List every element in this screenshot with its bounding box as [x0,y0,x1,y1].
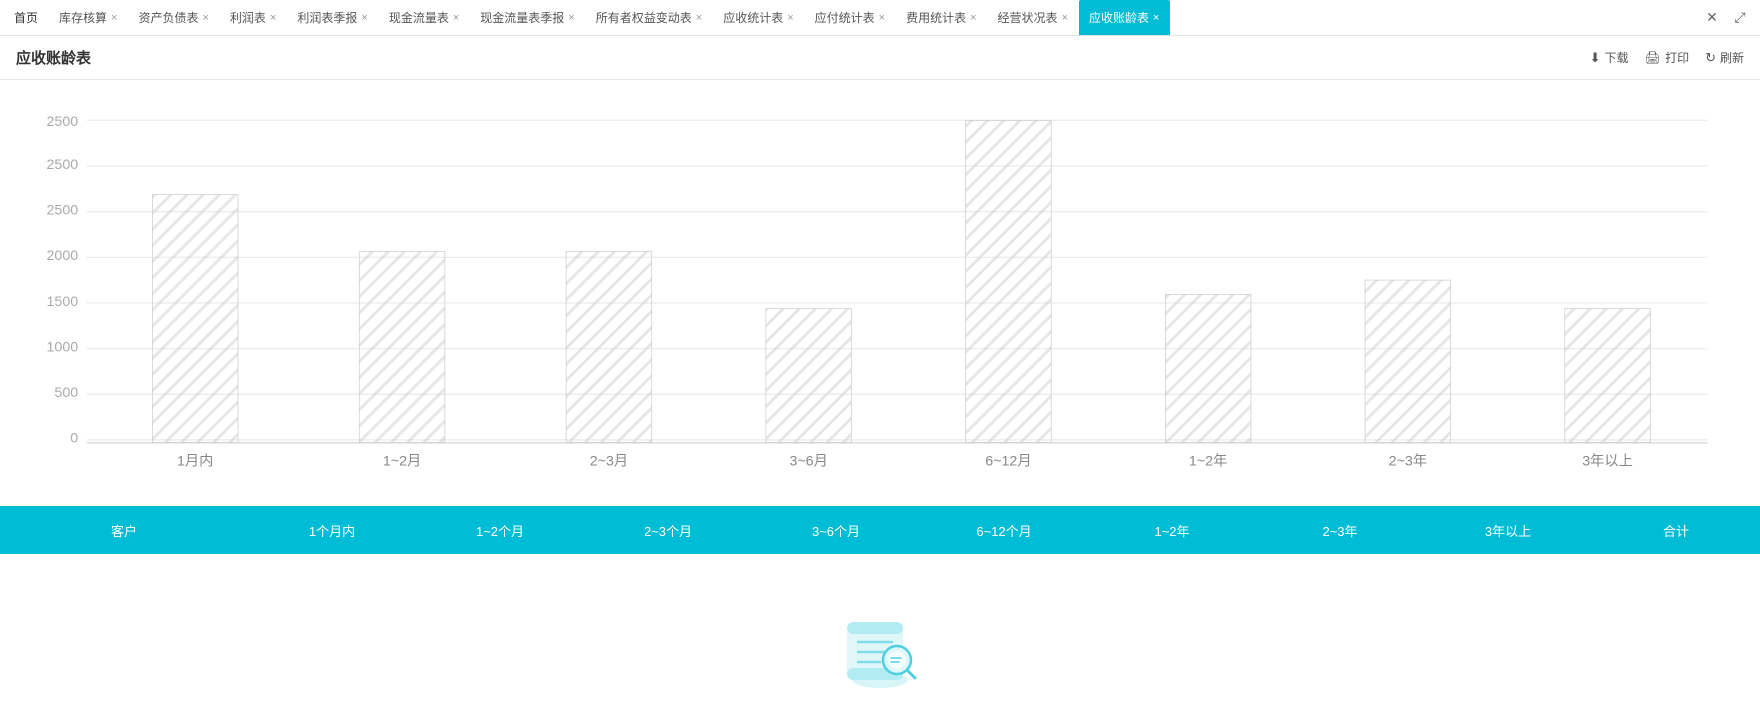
download-button[interactable]: ⬇ 下载 [1590,49,1629,66]
tab-cashflow-label: 现金流量表 [389,9,449,26]
svg-text:1月内: 1月内 [177,453,213,470]
col-2-3y: 2~3年 [1256,521,1424,540]
tab-ar-aging-close[interactable]: × [1153,12,1159,24]
tab-cashflow-close[interactable]: × [453,12,459,24]
tab-bar: 首页 库存核算 × 资产负债表 × 利润表 × 利润表季报 × 现金流量表 × … [0,0,1760,36]
svg-text:6~12月: 6~12月 [985,454,1031,470]
tab-operation[interactable]: 经营状况表 × [988,0,1079,36]
tab-equity-close[interactable]: × [696,12,702,24]
window-maximize-button[interactable]: ⤢ [1728,6,1752,30]
tab-operation-label: 经营状况表 [998,9,1058,26]
tab-expense-stat-label: 费用统计表 [906,9,966,26]
tab-cashflow-quarterly-label: 现金流量表季报 [480,9,564,26]
tab-profit-quarterly-close[interactable]: × [361,12,367,24]
print-button[interactable]: 🖨 打印 [1645,49,1690,66]
svg-text:1000: 1000 [47,339,79,355]
svg-text:2~3月: 2~3月 [590,454,628,470]
table-body [0,554,1760,720]
tab-profit-close[interactable]: × [270,12,276,24]
col-1m: 1个月内 [248,521,416,540]
svg-text:1500: 1500 [47,294,79,310]
tab-ap-stat-label: 应付统计表 [815,9,875,26]
tab-profit[interactable]: 利润表 × [220,0,287,36]
col-2-3m: 2~3个月 [584,521,752,540]
col-1-2y: 1~2年 [1088,521,1256,540]
svg-text:1~2月: 1~2月 [383,454,421,470]
tab-home[interactable]: 首页 [4,0,49,36]
tab-cashflow-quarterly[interactable]: 现金流量表季报 × [470,0,585,36]
tab-inventory[interactable]: 库存核算 × [49,0,128,36]
svg-text:2~3年: 2~3年 [1389,453,1427,470]
tab-ar-stat-close[interactable]: × [787,12,793,24]
svg-text:2500: 2500 [47,157,79,173]
col-1-2m: 1~2个月 [416,521,584,540]
tab-equity-label: 所有者权益变动表 [596,9,692,26]
tab-profit-label: 利润表 [230,9,266,26]
svg-text:500: 500 [54,385,78,401]
empty-icon [825,592,935,702]
print-label: 打印 [1665,49,1689,66]
tab-profit-quarterly-label: 利润表季报 [297,9,357,26]
tab-ar-aging-label: 应收账龄表 [1089,9,1149,26]
svg-text:2500: 2500 [47,202,79,218]
col-6-12m: 6~12个月 [920,521,1088,540]
print-icon: 🖨 [1645,50,1662,66]
download-icon: ⬇ [1590,50,1601,66]
tab-ar-stat[interactable]: 应收统计表 × [713,0,804,36]
tab-cashflow[interactable]: 现金流量表 × [379,0,470,36]
tab-balance-sheet[interactable]: 资产负债表 × [128,0,219,36]
table-header: 客户 1个月内 1~2个月 2~3个月 3~6个月 6~12个月 1~2年 2~… [0,506,1760,554]
empty-state [825,572,935,702]
svg-text:3~6月: 3~6月 [789,454,827,470]
tab-bar-actions: ✕ ⤢ [1700,6,1756,30]
svg-text:1~2年: 1~2年 [1189,453,1227,470]
svg-text:2500: 2500 [47,114,79,130]
svg-text:2000: 2000 [47,248,79,264]
refresh-label: 刷新 [1720,49,1744,66]
col-customer: 客户 [0,521,248,540]
tab-expense-stat[interactable]: 费用统计表 × [896,0,987,36]
tab-ar-aging[interactable]: 应收账龄表 × [1079,0,1170,36]
tab-ap-stat[interactable]: 应付统计表 × [805,0,896,36]
bar-chart: 2500 2500 2500 2000 1500 1000 500 0 1月内 [24,96,1736,498]
tab-operation-close[interactable]: × [1062,12,1068,24]
tab-equity[interactable]: 所有者权益变动表 × [586,0,713,36]
refresh-button[interactable]: ↻ 刷新 [1705,49,1744,66]
col-3-6m: 3~6个月 [752,521,920,540]
tab-home-label: 首页 [14,9,38,26]
tab-ap-stat-close[interactable]: × [879,12,885,24]
tab-ar-stat-label: 应收统计表 [723,9,783,26]
main-content: 2500 2500 2500 2000 1500 1000 500 0 1月内 [0,80,1760,720]
header-actions: ⬇ 下载 🖨 打印 ↻ 刷新 [1590,49,1744,66]
tab-inventory-close[interactable]: × [111,12,117,24]
chart-area: 2500 2500 2500 2000 1500 1000 500 0 1月内 [0,80,1760,506]
tab-expense-stat-close[interactable]: × [970,12,976,24]
tab-balance-sheet-close[interactable]: × [202,12,208,24]
svg-text:3年以上: 3年以上 [1582,453,1633,470]
page-header: 应收账龄表 ⬇ 下载 🖨 打印 ↻ 刷新 [0,36,1760,80]
window-close-button[interactable]: ✕ [1700,6,1724,30]
col-total: 合计 [1592,521,1760,540]
col-3y-plus: 3年以上 [1424,521,1592,540]
download-label: 下载 [1605,49,1629,66]
page-title: 应收账龄表 [16,47,91,68]
refresh-icon: ↻ [1705,50,1716,66]
tab-cashflow-quarterly-close[interactable]: × [568,12,574,24]
tab-profit-quarterly[interactable]: 利润表季报 × [287,0,378,36]
tab-balance-sheet-label: 资产负债表 [138,9,198,26]
svg-text:0: 0 [70,431,78,447]
tab-inventory-label: 库存核算 [59,9,107,26]
